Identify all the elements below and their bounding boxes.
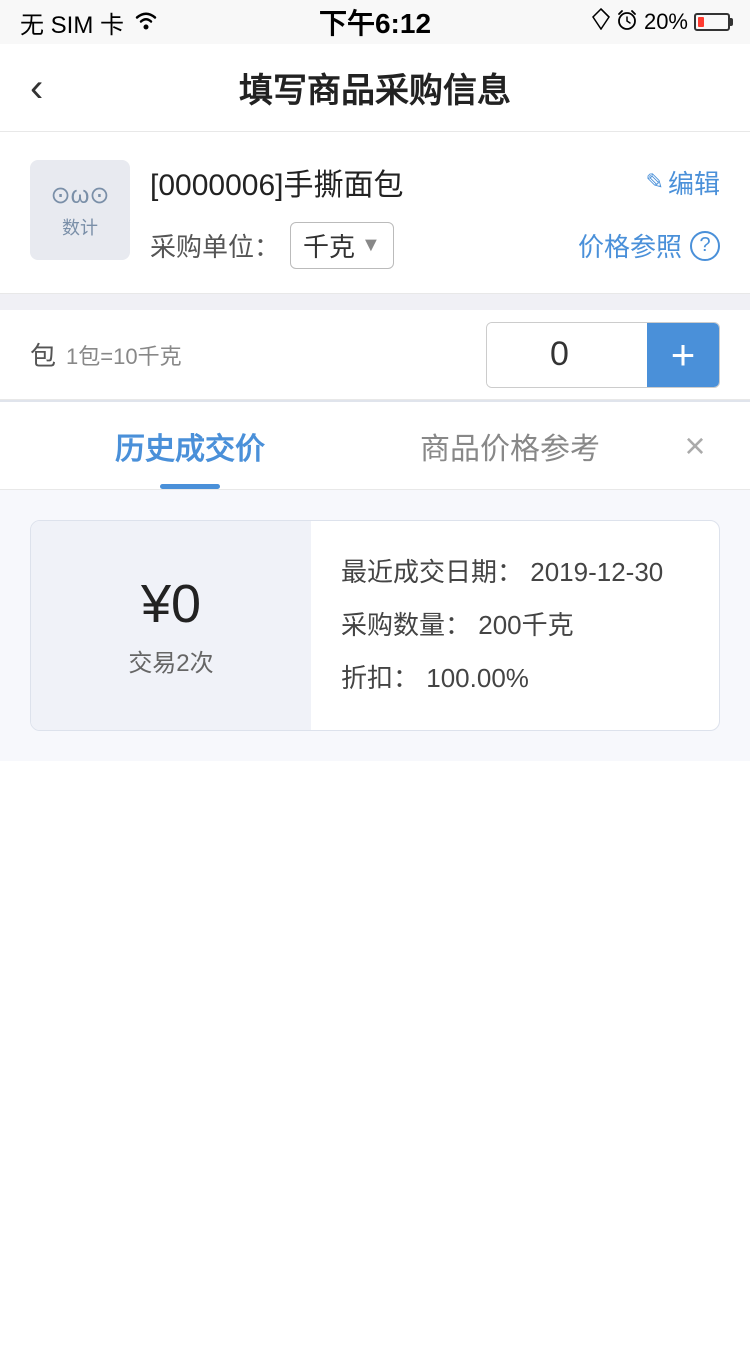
carrier-label: 无 SIM 卡 [20, 5, 124, 40]
tab-reference-label: 商品价格参考 [420, 424, 600, 468]
status-bar-right: 20% [592, 8, 730, 36]
quantity-plus-button[interactable]: + [647, 323, 719, 387]
recent-date-label: 最近成交日期： [341, 557, 523, 587]
price-card-area: ¥0 交易2次 最近成交日期： 2019-12-30 采购数量： 200千克 折… [0, 490, 750, 761]
price-detail-discount: 折扣： 100.00% [341, 659, 689, 698]
quantity-label-area: 包 1包=10千克 [30, 336, 182, 373]
price-amount: ¥0 [141, 573, 201, 635]
status-bar: 无 SIM 卡 下午6:12 20% [0, 0, 750, 44]
location-icon [592, 8, 610, 36]
quantity-row: 包 1包=10千克 + [0, 310, 750, 400]
wifi-icon [132, 8, 160, 37]
product-full-name: [0000006]手撕面包 [150, 160, 403, 204]
recent-date-value: 2019-12-30 [530, 557, 663, 587]
page-bottom [0, 761, 750, 1361]
price-panel: 历史成交价 商品价格参考 × ¥0 交易2次 最近成交日期： 2019-12-3… [0, 400, 750, 761]
price-card-right: 最近成交日期： 2019-12-30 采购数量： 200千克 折扣： 100.0… [311, 521, 719, 730]
product-info: [0000006]手撕面包 ✎ 编辑 采购单位： 千克 ▼ 价格参照 ? [150, 160, 720, 269]
tab-history[interactable]: 历史成交价 [30, 402, 350, 489]
back-button[interactable]: ‹ [30, 68, 53, 108]
purchase-qty-label: 采购数量： [341, 610, 471, 640]
alarm-icon [616, 8, 638, 36]
dropdown-arrow-icon: ▼ [361, 234, 381, 257]
nav-bar: ‹ 填写商品采购信息 [0, 44, 750, 132]
battery-percent: 20% [644, 9, 688, 35]
unit-dropdown[interactable]: 千克 ▼ [290, 222, 394, 269]
discount-value: 100.00% [426, 663, 529, 693]
edit-label: 编辑 [668, 164, 720, 201]
section-divider [0, 294, 750, 310]
product-logo-text: 数计 [62, 214, 98, 240]
edit-icon: ✎ [646, 169, 664, 195]
purchase-qty-value: 200千克 [478, 610, 573, 640]
help-icon: ? [690, 231, 720, 261]
price-card-left: ¥0 交易2次 [31, 521, 311, 730]
price-trades: 交易2次 [128, 643, 213, 678]
edit-button[interactable]: ✎ 编辑 [646, 164, 720, 201]
product-card: ⊙ω⊙ 数计 [0000006]手撕面包 ✎ 编辑 采购单位： 千克 ▼ [0, 132, 750, 294]
close-button[interactable]: × [670, 421, 720, 471]
price-ref-label: 价格参照 [578, 227, 682, 264]
status-bar-time: 下午6:12 [319, 2, 431, 42]
price-detail-date: 最近成交日期： 2019-12-30 [341, 553, 689, 592]
price-ref-button[interactable]: 价格参照 ? [578, 227, 720, 264]
price-card: ¥0 交易2次 最近成交日期： 2019-12-30 采购数量： 200千克 折… [30, 520, 720, 731]
product-logo-eyes: ⊙ω⊙ [51, 181, 110, 210]
quantity-input-wrapper: + [486, 322, 720, 388]
tab-history-label: 历史成交价 [115, 424, 265, 468]
page-title: 填写商品采购信息 [239, 63, 511, 112]
tabs-bar: 历史成交价 商品价格参考 × [0, 402, 750, 490]
quantity-convert: 1包=10千克 [66, 339, 182, 371]
status-bar-left: 无 SIM 卡 [20, 5, 160, 40]
quantity-unit: 包 [30, 336, 56, 373]
tab-reference[interactable]: 商品价格参考 [350, 402, 670, 489]
unit-label: 采购单位： [150, 227, 280, 264]
battery-icon [694, 13, 730, 31]
close-icon: × [684, 425, 705, 467]
discount-label: 折扣： [341, 663, 419, 693]
product-thumbnail: ⊙ω⊙ 数计 [30, 160, 130, 260]
unit-value: 千克 [303, 227, 355, 264]
quantity-input[interactable] [487, 323, 647, 387]
price-detail-qty: 采购数量： 200千克 [341, 606, 689, 645]
